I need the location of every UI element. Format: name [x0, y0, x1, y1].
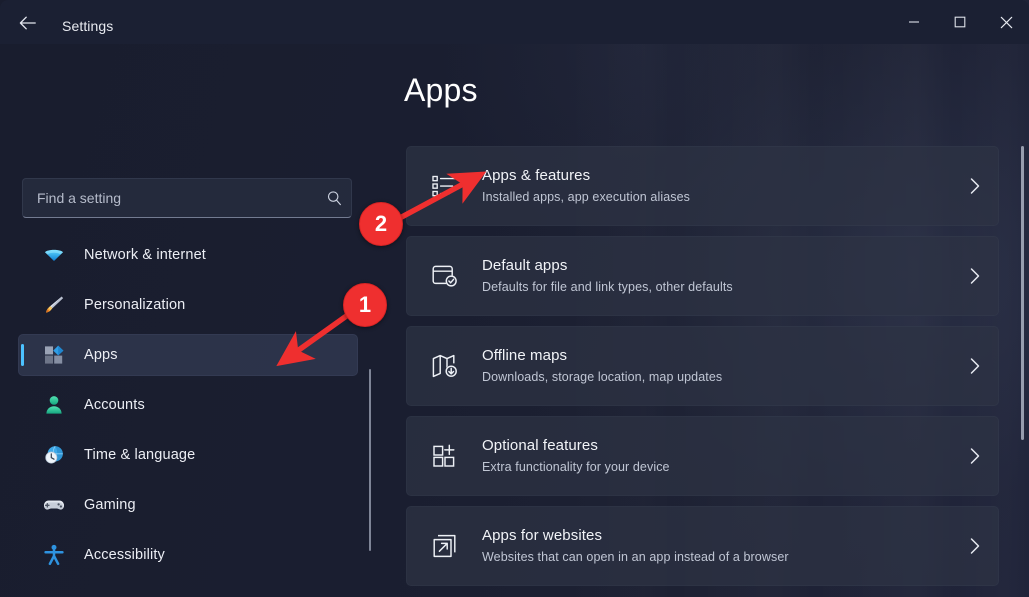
back-button[interactable] [10, 10, 46, 36]
external-link-icon [428, 529, 462, 563]
main-row-subtitle: Installed apps, app execution aliases [482, 190, 691, 204]
close-button[interactable] [983, 0, 1029, 44]
map-download-icon [428, 349, 462, 383]
sidebar-item-label: Personalization [84, 297, 186, 313]
main-row-title: Default apps [482, 257, 568, 274]
sidebar-scrollbar[interactable] [369, 369, 371, 551]
optional-features-plus-icon [428, 439, 462, 473]
chevron-right-icon [951, 447, 999, 465]
minimize-icon [908, 16, 920, 28]
main-row-text: Default apps Defaults for file and link … [482, 256, 951, 296]
wifi-icon [42, 243, 66, 267]
main-row-title: Apps for websites [482, 527, 603, 544]
paintbrush-icon [42, 293, 66, 317]
sidebar-item-accessibility[interactable]: Accessibility [18, 534, 358, 576]
main-row-subtitle: Downloads, storage location, map updates [482, 370, 723, 384]
main-row-title: Apps & features [482, 167, 591, 184]
settings-window: Settings Find a setting Network & intern… [0, 0, 1029, 597]
main-row-text: Offline maps Downloads, storage location… [482, 346, 951, 386]
default-apps-check-icon [428, 259, 462, 293]
sidebar-item-label: Apps [84, 347, 118, 363]
clock-globe-icon [42, 443, 66, 467]
chevron-right-icon [951, 267, 999, 285]
sidebar-item-personalization[interactable]: Personalization [18, 284, 358, 326]
maximize-icon [954, 16, 966, 28]
sidebar-item-time-language[interactable]: Time & language [18, 434, 358, 476]
sidebar-item-network-internet[interactable]: Network & internet [18, 234, 358, 276]
main-scrollbar[interactable] [1021, 146, 1024, 440]
sidebar-item-label: Accounts [84, 397, 145, 413]
sidebar-item-accounts[interactable]: Accounts [18, 384, 358, 426]
main-row-text: Apps & features Installed apps, app exec… [482, 166, 951, 206]
sidebar-item-gaming[interactable]: Gaming [18, 484, 358, 526]
sidebar-item-label: Gaming [84, 497, 136, 513]
main-row-subtitle: Extra functionality for your device [482, 460, 670, 474]
search-icon [317, 190, 351, 207]
sidebar-item-label: Time & language [84, 447, 196, 463]
page-title: Apps [404, 72, 478, 108]
main-row-subtitle: Defaults for file and link types, other … [482, 280, 733, 294]
sidebar: Network & internet Personalization [0, 44, 380, 597]
main-row-text: Apps for websites Websites that can open… [482, 526, 951, 566]
main-content: Apps Apps & features Installed apps, app… [380, 44, 1029, 597]
close-icon [1000, 16, 1013, 29]
settings-list: Apps & features Installed apps, app exec… [406, 146, 999, 596]
app-list-icon [428, 169, 462, 203]
main-row-offline-maps[interactable]: Offline maps Downloads, storage location… [406, 326, 999, 406]
sidebar-item-apps[interactable]: Apps [18, 334, 358, 376]
main-row-apps-for-websites[interactable]: Apps for websites Websites that can open… [406, 506, 999, 586]
sidebar-nav-list: Network & internet Personalization Apps … [18, 234, 358, 584]
chevron-right-icon [951, 537, 999, 555]
back-arrow-icon [18, 15, 38, 31]
chevron-right-icon [951, 177, 999, 195]
main-row-optional-features[interactable]: Optional features Extra functionality fo… [406, 416, 999, 496]
minimize-button[interactable] [891, 0, 937, 44]
main-row-subtitle: Websites that can open in an app instead… [482, 550, 789, 564]
sidebar-item-label: Network & internet [84, 247, 206, 263]
chevron-right-icon [951, 357, 999, 375]
title-bar: Settings [0, 0, 1029, 44]
maximize-button[interactable] [937, 0, 983, 44]
search-box[interactable] [22, 178, 352, 218]
search-input[interactable] [23, 190, 317, 206]
window-title: Settings [62, 18, 114, 34]
main-row-apps-features[interactable]: Apps & features Installed apps, app exec… [406, 146, 999, 226]
main-row-title: Optional features [482, 437, 598, 454]
window-controls [891, 0, 1029, 44]
sidebar-item-label: Accessibility [84, 547, 165, 563]
gamepad-icon [42, 493, 66, 517]
main-row-title: Offline maps [482, 347, 568, 364]
accessibility-icon [42, 543, 66, 567]
apps-grid-icon [42, 343, 66, 367]
main-row-text: Optional features Extra functionality fo… [482, 436, 951, 476]
main-row-default-apps[interactable]: Default apps Defaults for file and link … [406, 236, 999, 316]
person-icon [42, 393, 66, 417]
